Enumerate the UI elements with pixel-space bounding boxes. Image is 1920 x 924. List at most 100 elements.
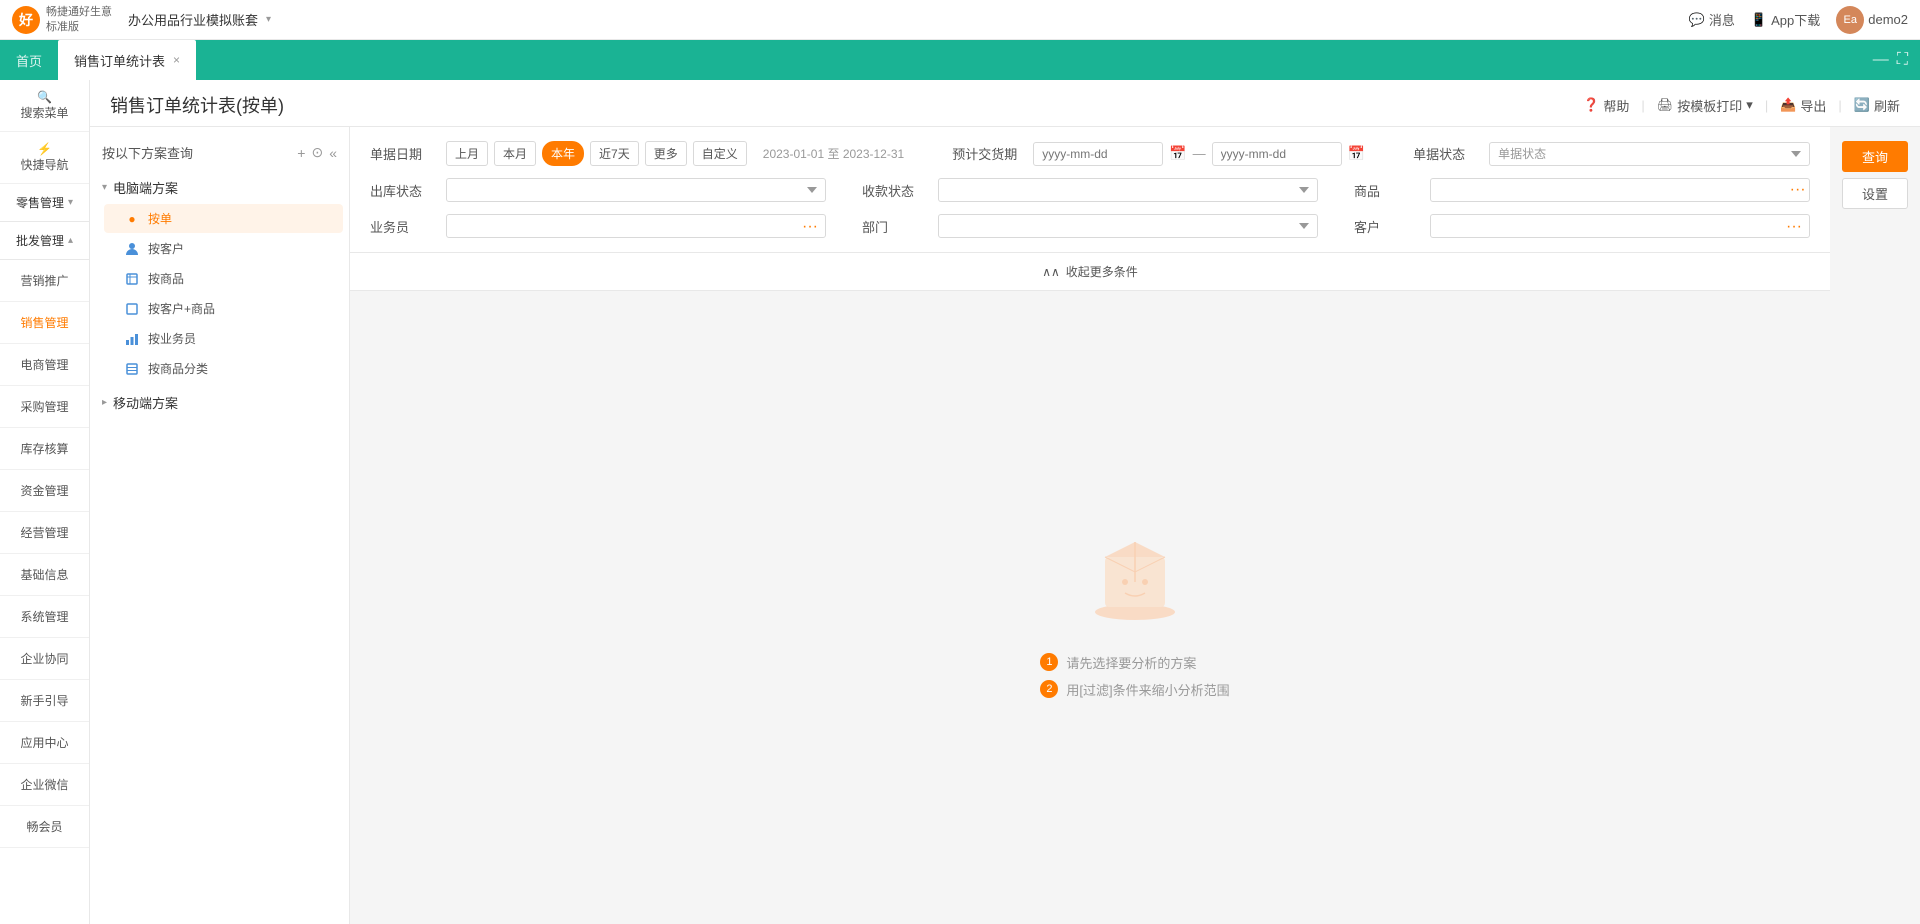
print-icon: 🖨 <box>1657 97 1674 113</box>
sidebar-item-search[interactable]: 🔍 搜索菜单 <box>0 80 89 132</box>
divider1: | <box>1641 98 1644 113</box>
expected-date-group: 📅 — 📅 <box>1033 142 1365 166</box>
scheme-by-customer-goods-icon <box>124 301 140 317</box>
pay-status-select[interactable] <box>938 178 1318 202</box>
customer-wrapper: ··· <box>1430 214 1810 238</box>
scheme-item-by-order[interactable]: ● 按单 <box>104 204 343 233</box>
export-button[interactable]: 📤 导出 <box>1780 96 1826 115</box>
refresh-button[interactable]: 🔄 刷新 <box>1854 96 1900 115</box>
ship-status-select[interactable] <box>446 178 826 202</box>
customer-input[interactable] <box>1430 214 1810 238</box>
tab-home[interactable]: 首页 <box>0 40 58 80</box>
tip-text-2: 用[过滤]条件来缩小分析范围 <box>1066 680 1229 699</box>
pc-scheme-section[interactable]: ▾ 电脑端方案 <box>90 172 349 203</box>
customer-more-icon[interactable]: ··· <box>1786 218 1802 236</box>
date-range: 2023-01-01 至 2023-12-31 <box>763 145 904 162</box>
scheme-item-by-salesperson[interactable]: 按业务员 <box>104 324 343 353</box>
sidebar-item-newbie[interactable]: 新手引导 <box>0 680 89 722</box>
quick-nav-icon: ⚡ <box>37 142 52 156</box>
date-btn-last7[interactable]: 近7天 <box>590 141 639 166</box>
user-menu[interactable]: Ea demo2 <box>1836 6 1908 34</box>
scheme-by-order-label: 按单 <box>148 210 172 227</box>
scheme-item-by-goods[interactable]: 按商品 <box>104 264 343 293</box>
sidebar-item-quick-nav[interactable]: ⚡ 快捷导航 <box>0 132 89 184</box>
salesperson-input[interactable] <box>446 214 826 238</box>
sidebar-item-sales[interactable]: 销售管理 <box>0 302 89 344</box>
app-icon: 📱 <box>1751 12 1767 28</box>
sidebar-item-ecommerce[interactable]: 电商管理 <box>0 344 89 386</box>
tip-num-1: 1 <box>1040 653 1058 671</box>
pay-status-wrapper <box>938 178 1318 202</box>
sidebar-item-finance[interactable]: 资金管理 <box>0 470 89 512</box>
sidebar-item-inventory[interactable]: 库存核算 <box>0 428 89 470</box>
sidebar-item-wholesale[interactable]: 批发管理 ▴ <box>0 222 89 260</box>
sidebar-item-purchase[interactable]: 采购管理 <box>0 386 89 428</box>
collapse-bar[interactable]: ∧∧ 收起更多条件 <box>350 253 1830 291</box>
scheme-by-category-icon <box>124 361 140 377</box>
tab-close-icon[interactable]: × <box>173 53 180 67</box>
divider3: | <box>1838 98 1841 113</box>
sidebar-item-enterprise[interactable]: 企业协同 <box>0 638 89 680</box>
salesperson-more-icon[interactable]: ··· <box>802 218 818 236</box>
tab-active[interactable]: 销售订单统计表 × <box>58 40 196 80</box>
sidebar-item-basic[interactable]: 基础信息 <box>0 554 89 596</box>
message-button[interactable]: 💬 消息 <box>1689 10 1735 29</box>
inner-layout: 按以下方案查询 + ⊙ « ▾ 电脑端方案 ● 按单 <box>90 127 1920 924</box>
department-select[interactable] <box>938 214 1318 238</box>
print-dropdown-icon[interactable]: ▾ <box>1746 97 1753 113</box>
date-btn-custom[interactable]: 自定义 <box>693 141 747 166</box>
help-button[interactable]: ❓ 帮助 <box>1583 96 1629 115</box>
goods-input[interactable] <box>1430 178 1810 202</box>
right-panel: 单据日期 上月 本月 本年 近7天 更多 自定义 <box>350 127 1920 924</box>
main-layout: 🔍 搜索菜单 ⚡ 快捷导航 零售管理 ▾ 批发管理 ▴ 营销推广 销售管理 电商… <box>0 80 1920 924</box>
query-button[interactable]: 查询 <box>1842 141 1908 172</box>
page-actions: ❓ 帮助 | 🖨 按模板打印 ▾ | 📤 导出 | 🔄 刷新 <box>1583 96 1900 115</box>
top-bar-left: 好 畅捷通好生意 标准版 办公用品行业模拟账套 ▾ <box>12 5 271 34</box>
mobile-scheme-section[interactable]: ▸ 移动端方案 <box>90 387 349 418</box>
filter-row-1: 单据日期 上月 本月 本年 近7天 更多 自定义 <box>370 141 1810 166</box>
sidebar-item-app-center[interactable]: 应用中心 <box>0 722 89 764</box>
filter-with-buttons: 单据日期 上月 本月 本年 近7天 更多 自定义 <box>350 127 1920 291</box>
scheme-by-goods-label: 按商品 <box>148 270 184 287</box>
add-scheme-icon[interactable]: + <box>297 145 305 161</box>
print-button[interactable]: 🖨 按模板打印 ▾ <box>1657 96 1753 115</box>
action-btn-group: 查询 设置 <box>1830 127 1920 223</box>
filter-row-3: 业务员 ··· 部门 客户 <box>370 214 1810 238</box>
date-btn-this-month[interactable]: 本月 <box>494 141 536 166</box>
date-label: 单据日期 <box>370 144 430 163</box>
date-btn-this-year[interactable]: 本年 <box>542 141 584 166</box>
scheme-item-by-customer[interactable]: 按客户 <box>104 234 343 263</box>
refresh-icon: 🔄 <box>1854 97 1870 113</box>
sidebar-item-member[interactable]: 畅会员 <box>0 806 89 848</box>
date-btn-last-month[interactable]: 上月 <box>446 141 488 166</box>
sidebar-item-system[interactable]: 系统管理 <box>0 596 89 638</box>
calendar-start-icon[interactable]: 📅 <box>1169 145 1186 162</box>
date-btn-more[interactable]: 更多 <box>645 141 687 166</box>
tab-bar-actions: — ⛶ <box>1873 51 1920 69</box>
status-select[interactable]: 单据状态 <box>1489 142 1810 166</box>
expected-date-end[interactable] <box>1212 142 1342 166</box>
collapse-panel-icon[interactable]: « <box>329 145 337 161</box>
collapse-button[interactable]: ∧∧ 收起更多条件 <box>1042 263 1138 280</box>
tab-minimize-icon[interactable]: — <box>1873 51 1889 69</box>
scheme-by-order-icon: ● <box>124 211 140 227</box>
app-download-button[interactable]: 📱 App下载 <box>1751 10 1820 29</box>
expected-date-start[interactable] <box>1033 142 1163 166</box>
calendar-end-icon[interactable]: 📅 <box>1348 145 1365 162</box>
scheme-by-category-label: 按商品分类 <box>148 360 208 377</box>
scheme-item-by-customer-goods[interactable]: 按客户+商品 <box>104 294 343 323</box>
tab-maximize-icon[interactable]: ⛶ <box>1897 51 1908 69</box>
sidebar-item-marketing[interactable]: 营销推广 <box>0 260 89 302</box>
sidebar-item-retail[interactable]: 零售管理 ▾ <box>0 184 89 222</box>
goods-more-icon[interactable]: ··· <box>1790 181 1806 198</box>
scheme-item-by-category[interactable]: 按商品分类 <box>104 354 343 383</box>
empty-tip-1: 1 请先选择要分析的方案 <box>1040 653 1229 672</box>
app-title-dropdown-icon[interactable]: ▾ <box>266 14 271 25</box>
help-icon: ❓ <box>1583 97 1599 113</box>
settings-button[interactable]: 设置 <box>1842 178 1908 209</box>
sidebar-item-operations[interactable]: 经营管理 <box>0 512 89 554</box>
edit-scheme-icon[interactable]: ⊙ <box>311 144 323 161</box>
collapse-button-label: 收起更多条件 <box>1066 263 1138 280</box>
sidebar-item-wechat[interactable]: 企业微信 <box>0 764 89 806</box>
tip-num-2: 2 <box>1040 680 1058 698</box>
